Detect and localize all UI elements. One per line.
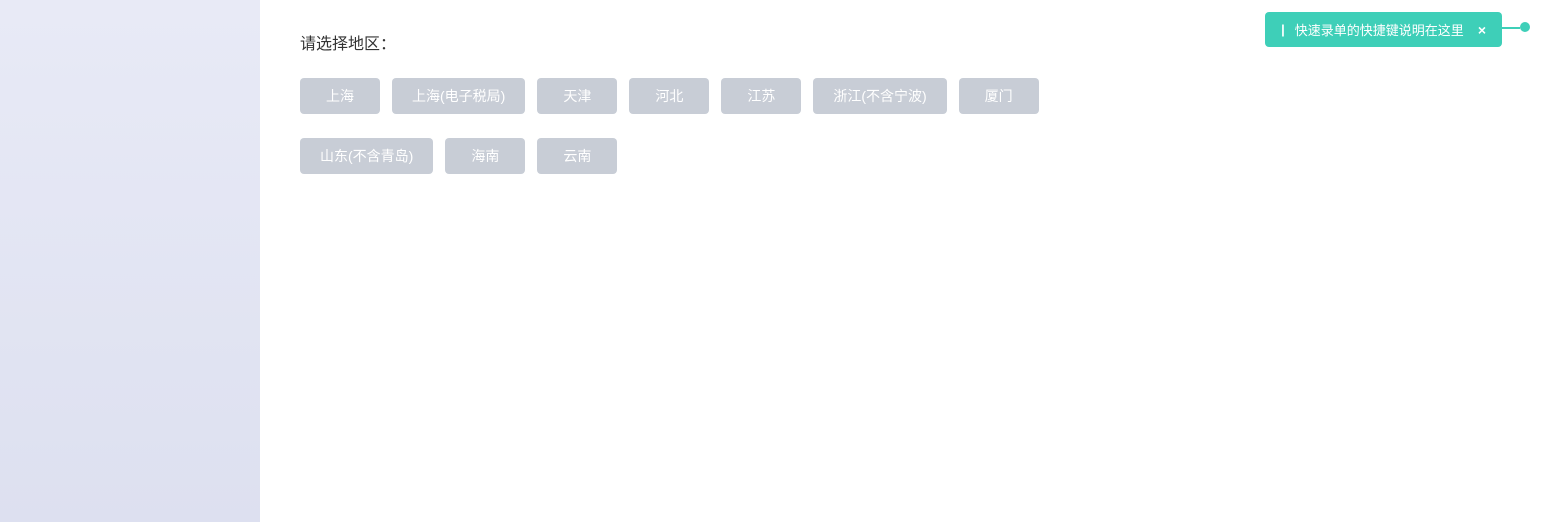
tooltip-connector-dot	[1520, 22, 1530, 32]
region-btn-xiamen[interactable]: 厦门	[959, 78, 1039, 114]
region-btn-shandong[interactable]: 山东(不含青岛)	[300, 138, 433, 174]
main-content: 请选择地区： 上海 上海(电子税局) 天津 河北 江苏 浙江(不含宁波) 厦门 …	[260, 0, 1562, 522]
region-btn-shanghai-etax[interactable]: 上海(电子税局)	[392, 78, 525, 114]
left-sidebar	[0, 0, 260, 522]
region-grid: 上海 上海(电子税局) 天津 河北 江苏 浙江(不含宁波) 厦门 山东(不含青岛…	[300, 78, 1522, 174]
region-btn-jiangsu[interactable]: 江苏	[721, 78, 801, 114]
region-btn-zhejiang[interactable]: 浙江(不含宁波)	[813, 78, 946, 114]
region-btn-yunnan[interactable]: 云南	[537, 138, 617, 174]
tooltip-connector-line	[1490, 27, 1520, 29]
tooltip-close-button[interactable]: ×	[1478, 22, 1486, 38]
region-btn-tianjin[interactable]: 天津	[537, 78, 617, 114]
tooltip-text: 快速录单的快捷键说明在这里	[1295, 20, 1464, 39]
region-btn-hainan[interactable]: 海南	[445, 138, 525, 174]
region-btn-hebei[interactable]: 河北	[629, 78, 709, 114]
tooltip-banner: 快速录单的快捷键说明在这里 ×	[1265, 12, 1502, 47]
region-btn-shanghai[interactable]: 上海	[300, 78, 380, 114]
